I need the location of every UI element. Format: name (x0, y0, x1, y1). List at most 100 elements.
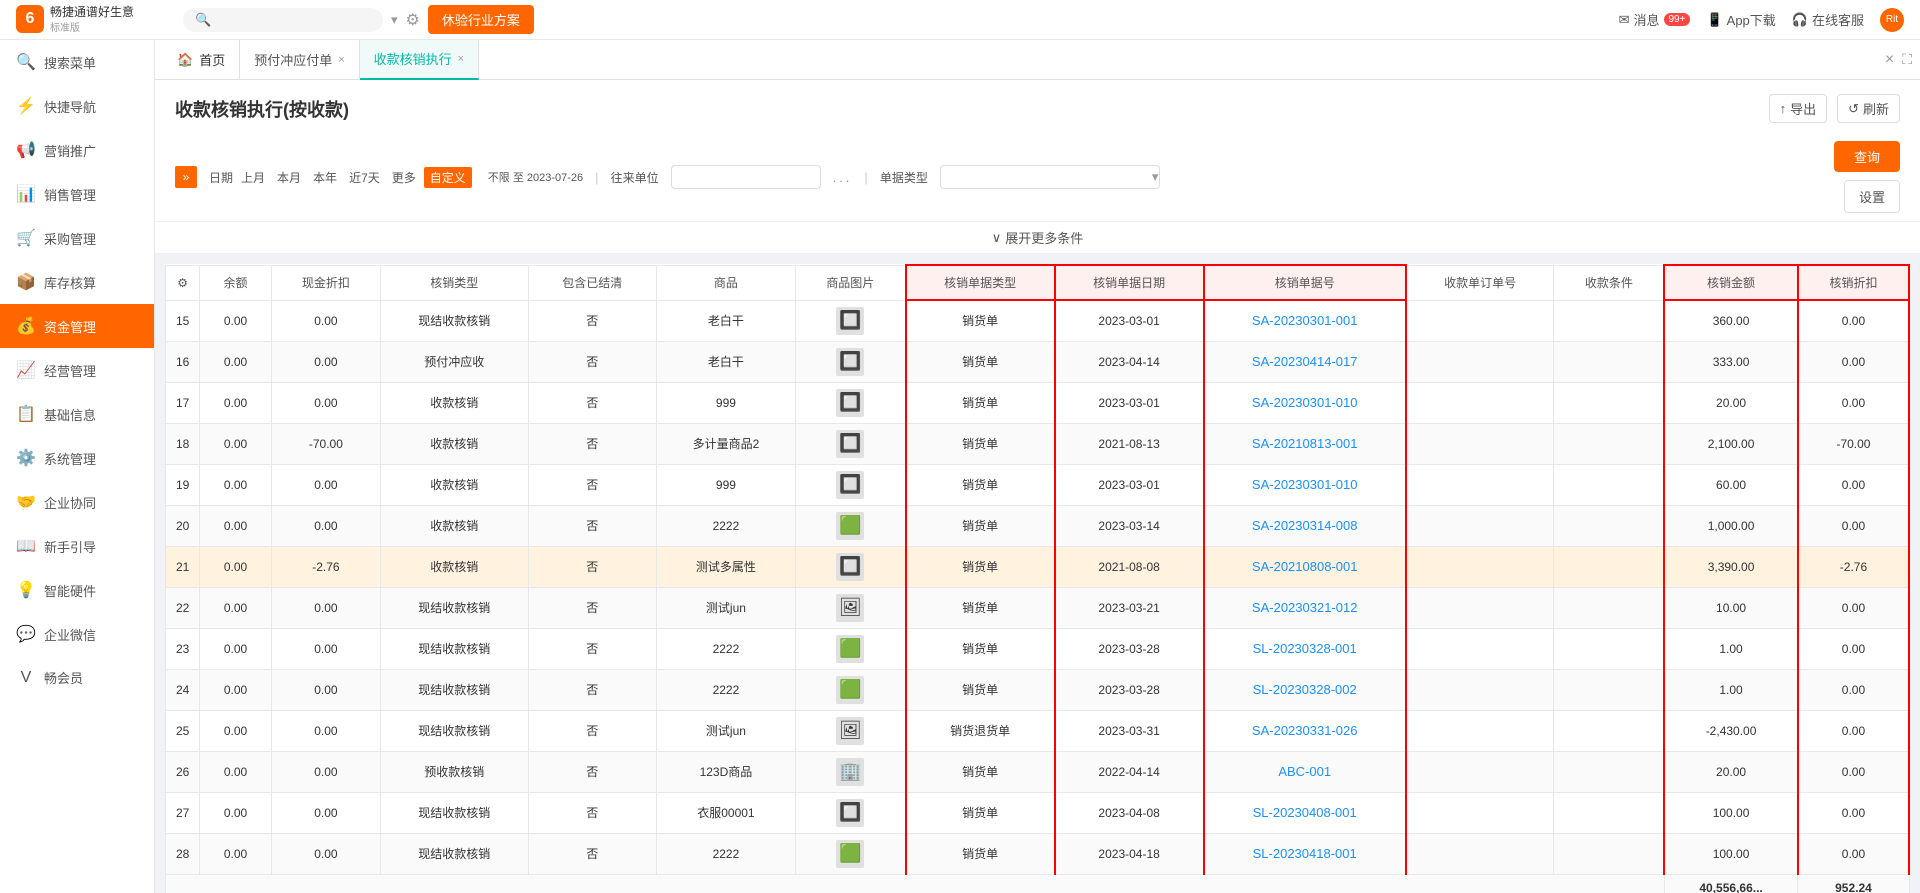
td-writeoff-discount: 0.00 (1798, 587, 1909, 628)
td-voucher-no: SA-20230301-010 (1204, 382, 1406, 423)
setting-btn[interactable]: 设置 (1844, 180, 1900, 213)
maximize-icon[interactable]: ⛶ (1902, 51, 1912, 68)
date-option-last-month[interactable]: 上月 (237, 167, 269, 188)
td-writeoff-type: 现结收款核销 (381, 669, 528, 710)
td-receipt-condition (1554, 669, 1664, 710)
td-product-image: 🏢 (795, 751, 905, 792)
search-input-wrap[interactable]: 🔍 (183, 8, 383, 32)
user-avatar[interactable]: Rit (1880, 8, 1904, 32)
gear-icon[interactable]: ⚙ (406, 10, 420, 30)
td-writeoff-amount: 100.00 (1664, 833, 1798, 874)
filter-expand-icon[interactable]: » (175, 166, 197, 188)
voucher-no-link[interactable]: SL-20230418-001 (1253, 846, 1357, 861)
sidebar-item-system[interactable]: ⚙️ 系统管理 (0, 436, 154, 480)
sidebar-item-marketing[interactable]: 📢 营销推广 (0, 128, 154, 172)
sidebar-item-guide[interactable]: 📖 新手引导 (0, 524, 154, 568)
td-voucher-no: SA-20210813-001 (1204, 423, 1406, 464)
messages-btn[interactable]: ✉ 消息 99+ (1619, 10, 1691, 29)
td-writeoff-amount: 333.00 (1664, 341, 1798, 382)
sidebar-item-sales[interactable]: 📊 销售管理 (0, 172, 154, 216)
tab-prepayment[interactable]: 预付冲应付单 × (240, 40, 359, 80)
date-option-this-year[interactable]: 本年 (309, 167, 341, 188)
vip-icon: V (16, 669, 36, 687)
td-voucher-date: 2023-03-28 (1055, 669, 1204, 710)
td-writeoff-type: 收款核销 (381, 382, 528, 423)
date-option-this-month[interactable]: 本月 (273, 167, 305, 188)
td-receipt-order-no (1406, 587, 1554, 628)
sidebar-item-purchase[interactable]: 🛒 采购管理 (0, 216, 154, 260)
td-product: 老白干 (656, 300, 795, 341)
sidebar-item-operations[interactable]: 📈 经营管理 (0, 348, 154, 392)
voucher-no-link[interactable]: ABC-001 (1278, 764, 1331, 779)
sidebar-item-quicknav[interactable]: ⚡ 快捷导航 (0, 84, 154, 128)
date-option-more[interactable]: 更多 (388, 167, 420, 188)
voucher-no-link[interactable]: SL-20230408-001 (1253, 805, 1357, 820)
app-download-btn[interactable]: 📱 App下载 (1706, 10, 1775, 29)
td-include-settled: 否 (528, 833, 656, 874)
voucher-no-link[interactable]: SA-20230301-010 (1252, 395, 1358, 410)
tab-writeoff[interactable]: 收款核销执行 × (360, 40, 479, 80)
sidebar-item-vip[interactable]: V 畅会员 (0, 656, 154, 699)
dropdown-icon[interactable]: ▾ (391, 12, 398, 28)
tab-home[interactable]: 🏠 首页 (163, 40, 240, 80)
table-wrap[interactable]: ⚙ 余额 现金折扣 核销类型 包含已结清 商品 商品图片 核销单据类型 核销单据… (155, 254, 1920, 893)
table-row: 23 0.00 0.00 现结收款核销 否 2222 🟩 销货单 2023-03… (166, 628, 1910, 669)
td-voucher-no: SA-20230414-017 (1204, 341, 1406, 382)
voucher-no-link[interactable]: SA-20230314-008 (1252, 518, 1358, 533)
export-btn[interactable]: ↑ 导出 (1769, 94, 1828, 123)
td-voucher-type: 销货单 (906, 341, 1055, 382)
sidebar-item-wechat[interactable]: 💬 企业微信 (0, 612, 154, 656)
td-product-image: 🟩 (795, 628, 905, 669)
voucher-no-link[interactable]: SA-20230301-010 (1252, 477, 1358, 492)
voucher-no-link[interactable]: SA-20230414-017 (1252, 354, 1358, 369)
date-option-7days[interactable]: 近7天 (345, 167, 384, 188)
tab-close-writeoff[interactable]: × (458, 53, 464, 65)
voucher-no-link[interactable]: SA-20210808-001 (1252, 559, 1358, 574)
td-product-image: 🔲 (795, 464, 905, 505)
td-voucher-type: 销货单 (906, 464, 1055, 505)
voucher-type-dropdown-icon[interactable]: ▾ (1152, 169, 1159, 185)
td-voucher-date: 2022-04-14 (1055, 751, 1204, 792)
th-settings[interactable]: ⚙ (166, 265, 200, 300)
query-btn[interactable]: 查询 (1834, 141, 1900, 172)
search-input[interactable] (217, 13, 357, 27)
tab-bar: 🏠 首页 预付冲应付单 × 收款核销执行 × × ⛶ (155, 40, 1920, 80)
voucher-no-link[interactable]: SA-20230331-026 (1252, 723, 1358, 738)
date-option-custom[interactable]: 自定义 (424, 167, 472, 188)
date-filter: 日期 上月 本月 本年 近7天 更多 自定义 (209, 167, 472, 188)
voucher-no-link[interactable]: SA-20230321-012 (1252, 600, 1358, 615)
tab-close-prepayment[interactable]: × (338, 54, 344, 66)
td-voucher-date: 2023-04-18 (1055, 833, 1204, 874)
close-window-icon[interactable]: × (1885, 51, 1894, 69)
sidebar-item-hardware[interactable]: 💡 智能硬件 (0, 568, 154, 612)
voucher-no-link[interactable]: SL-20230328-001 (1253, 641, 1357, 656)
td-voucher-type: 销货单 (906, 505, 1055, 546)
sidebar-item-inventory[interactable]: 📦 库存核算 (0, 260, 154, 304)
td-writeoff-amount: 10.00 (1664, 587, 1798, 628)
sidebar-item-basic-info[interactable]: 📋 基础信息 (0, 392, 154, 436)
refresh-btn[interactable]: ↺ 刷新 (1837, 94, 1900, 123)
voucher-no-link[interactable]: SL-20230328-002 (1253, 682, 1357, 697)
voucher-no-link[interactable]: SA-20230301-001 (1252, 313, 1358, 328)
td-product-image: 🔲 (795, 382, 905, 423)
sidebar-item-search[interactable]: 🔍 搜索菜单 (0, 40, 154, 84)
from-unit-input[interactable] (671, 165, 821, 189)
td-voucher-type: 销货单 (906, 300, 1055, 341)
td-product-image: 🟩 (795, 505, 905, 546)
logo-text: 畅捷通谱好生意 标准版 (50, 5, 134, 34)
industry-btn[interactable]: 休验行业方案 (428, 5, 534, 34)
voucher-no-link[interactable]: SA-20210813-001 (1252, 436, 1358, 451)
table-row: 17 0.00 0.00 收款核销 否 999 🔲 销货单 2023-03-01… (166, 382, 1910, 423)
voucher-type-input[interactable] (940, 165, 1160, 189)
td-voucher-no: ABC-001 (1204, 751, 1406, 792)
td-cash-discount: 0.00 (271, 669, 380, 710)
sidebar: 🔍 搜索菜单 ⚡ 快捷导航 📢 营销推广 📊 销售管理 🛒 采购管理 📦 库存核… (0, 40, 155, 893)
sidebar-item-enterprise[interactable]: 🤝 企业协同 (0, 480, 154, 524)
logo-icon: 6 (16, 5, 44, 33)
sidebar-item-finance[interactable]: 💰 资金管理 (0, 304, 154, 348)
td-product-image: 🖼 (795, 710, 905, 751)
online-support-btn[interactable]: 🎧 在线客服 (1792, 10, 1864, 29)
td-include-settled: 否 (528, 792, 656, 833)
expand-conditions-btn[interactable]: ∨ 展开更多条件 (992, 228, 1084, 247)
td-writeoff-discount: -2.76 (1798, 546, 1909, 587)
